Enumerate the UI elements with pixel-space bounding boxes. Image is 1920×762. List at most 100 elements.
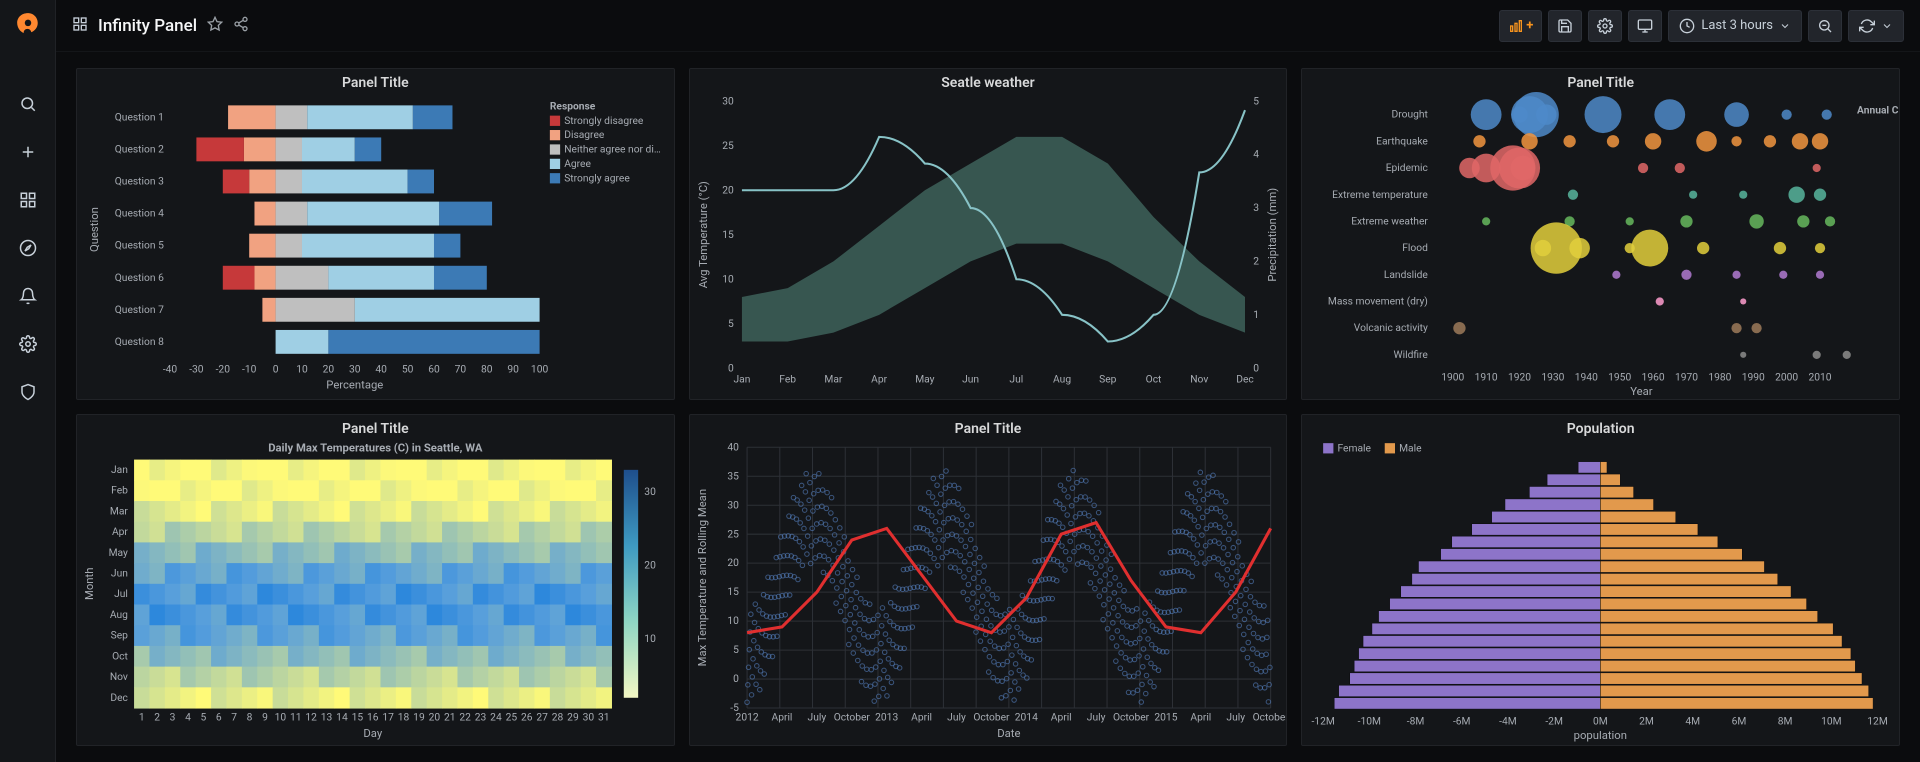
- svg-text:Question 2: Question 2: [115, 142, 164, 155]
- save-button[interactable]: [1548, 10, 1582, 42]
- svg-text:1: 1: [139, 710, 145, 723]
- dashboards-icon[interactable]: [8, 180, 48, 220]
- svg-text:31: 31: [598, 710, 610, 723]
- explore-icon[interactable]: [8, 228, 48, 268]
- svg-text:Agree: Agree: [564, 157, 591, 170]
- svg-text:5: 5: [1253, 94, 1259, 107]
- svg-text:Aug: Aug: [1053, 373, 1071, 386]
- svg-text:90: 90: [507, 362, 519, 375]
- svg-text:Question 8: Question 8: [115, 335, 164, 348]
- svg-text:Day: Day: [363, 727, 382, 740]
- svg-text:10: 10: [275, 710, 287, 723]
- svg-text:Response: Response: [550, 99, 596, 112]
- svg-text:1980: 1980: [1709, 371, 1732, 384]
- svg-text:7: 7: [231, 710, 237, 723]
- svg-text:12: 12: [305, 710, 317, 723]
- svg-text:July: July: [807, 710, 826, 723]
- svg-text:Male: Male: [1399, 441, 1422, 454]
- panel-title: Panel Title: [690, 415, 1287, 437]
- svg-text:April: April: [911, 710, 932, 723]
- svg-text:2: 2: [1253, 255, 1259, 268]
- panel-rolling-mean[interactable]: Panel Title -505101520253035402012AprilJ…: [689, 414, 1288, 746]
- svg-text:Apr: Apr: [871, 373, 887, 386]
- panel-title: Panel Title: [77, 69, 674, 91]
- svg-text:100: 100: [531, 362, 549, 375]
- svg-text:2012: 2012: [735, 710, 758, 723]
- star-icon[interactable]: [207, 16, 223, 36]
- svg-text:-4M: -4M: [1499, 714, 1517, 727]
- svg-text:60: 60: [428, 362, 440, 375]
- svg-text:50: 50: [402, 362, 414, 375]
- svg-text:1910: 1910: [1475, 371, 1498, 384]
- svg-text:October: October: [1113, 710, 1150, 723]
- chart-likert: Question 1Question 2Question 3Question 4…: [77, 91, 674, 399]
- svg-text:10: 10: [722, 272, 734, 285]
- svg-text:4M: 4M: [1686, 714, 1701, 727]
- panel-heatmap[interactable]: Panel Title JanFebMarAprMayJunJulAugSepO…: [76, 414, 675, 746]
- toolbar: + Last 3 hours: [1499, 10, 1904, 42]
- panel-title: Seatle weather: [690, 69, 1287, 91]
- svg-text:4: 4: [1253, 148, 1259, 161]
- svg-text:13: 13: [321, 710, 333, 723]
- add-panel-button[interactable]: +: [1499, 10, 1542, 42]
- svg-text:April: April: [1190, 710, 1211, 723]
- search-icon[interactable]: [8, 84, 48, 124]
- panel-likert[interactable]: Panel Title Question 1Question 2Question…: [76, 68, 675, 400]
- svg-text:July: July: [1086, 710, 1105, 723]
- time-range-picker[interactable]: Last 3 hours: [1668, 10, 1802, 42]
- svg-text:70: 70: [455, 362, 467, 375]
- chart-rolling: -505101520253035402012AprilJulyOctober20…: [690, 437, 1287, 745]
- panel-seattle-weather[interactable]: Seatle weather 051015202530012345JanFebM…: [689, 68, 1288, 400]
- svg-text:17: 17: [382, 710, 394, 723]
- refresh-button[interactable]: [1848, 10, 1904, 42]
- panel-population[interactable]: Population FemaleMale-12M-10M-8M-6M-4M-2…: [1301, 414, 1900, 746]
- svg-text:Question 7: Question 7: [115, 303, 164, 316]
- svg-text:Earthquake: Earthquake: [1376, 134, 1428, 147]
- gear-icon[interactable]: [8, 324, 48, 364]
- svg-text:21: 21: [444, 710, 456, 723]
- grafana-logo-icon[interactable]: [12, 8, 44, 40]
- svg-text:Epidemic: Epidemic: [1386, 161, 1429, 174]
- page-title[interactable]: Infinity Panel: [98, 16, 197, 36]
- svg-text:2010: 2010: [1809, 371, 1832, 384]
- svg-text:Oct: Oct: [112, 649, 128, 662]
- svg-text:6: 6: [216, 710, 222, 723]
- svg-text:1960: 1960: [1642, 371, 1665, 384]
- plus-icon[interactable]: [8, 132, 48, 172]
- svg-text:-40: -40: [163, 362, 178, 375]
- svg-text:Sep: Sep: [111, 629, 129, 642]
- svg-text:2000: 2000: [1775, 371, 1798, 384]
- svg-text:15: 15: [722, 228, 734, 241]
- settings-button[interactable]: [1588, 10, 1622, 42]
- alert-bell-icon[interactable]: [8, 276, 48, 316]
- svg-text:Jan: Jan: [111, 463, 128, 476]
- svg-text:-12M: -12M: [1312, 714, 1335, 727]
- svg-text:6M: 6M: [1732, 714, 1747, 727]
- svg-text:15: 15: [727, 585, 739, 598]
- svg-text:1: 1: [1253, 308, 1259, 321]
- svg-text:October: October: [833, 710, 870, 723]
- svg-text:Strongly disagree: Strongly disagree: [564, 114, 644, 127]
- chart-bubbles: DroughtEarthquakeEpidemicExtreme tempera…: [1302, 91, 1899, 399]
- svg-text:25: 25: [722, 139, 734, 152]
- shield-icon[interactable]: [8, 372, 48, 412]
- svg-text:Jul: Jul: [114, 587, 128, 600]
- svg-text:-2M: -2M: [1546, 714, 1564, 727]
- svg-text:40: 40: [375, 362, 387, 375]
- svg-text:18: 18: [398, 710, 410, 723]
- svg-text:20: 20: [323, 362, 335, 375]
- chart-pyramid: FemaleMale-12M-10M-8M-6M-4M-2M0M2M4M6M8M…: [1302, 437, 1899, 745]
- svg-text:26: 26: [521, 710, 533, 723]
- zoom-out-button[interactable]: [1808, 10, 1842, 42]
- svg-text:Question 6: Question 6: [115, 271, 164, 284]
- svg-text:28: 28: [552, 710, 564, 723]
- svg-text:0: 0: [733, 672, 739, 685]
- monitor-button[interactable]: [1628, 10, 1662, 42]
- panel-disasters[interactable]: Panel Title DroughtEarthquakeEpidemicExt…: [1301, 68, 1900, 400]
- share-icon[interactable]: [233, 16, 249, 36]
- chart-heatmap: JanFebMarAprMayJunJulAugSepOctNovDec1234…: [77, 437, 674, 745]
- svg-text:-6M: -6M: [1453, 714, 1471, 727]
- svg-text:1990: 1990: [1742, 371, 1765, 384]
- svg-text:0: 0: [273, 362, 279, 375]
- svg-text:Month: Month: [83, 568, 96, 600]
